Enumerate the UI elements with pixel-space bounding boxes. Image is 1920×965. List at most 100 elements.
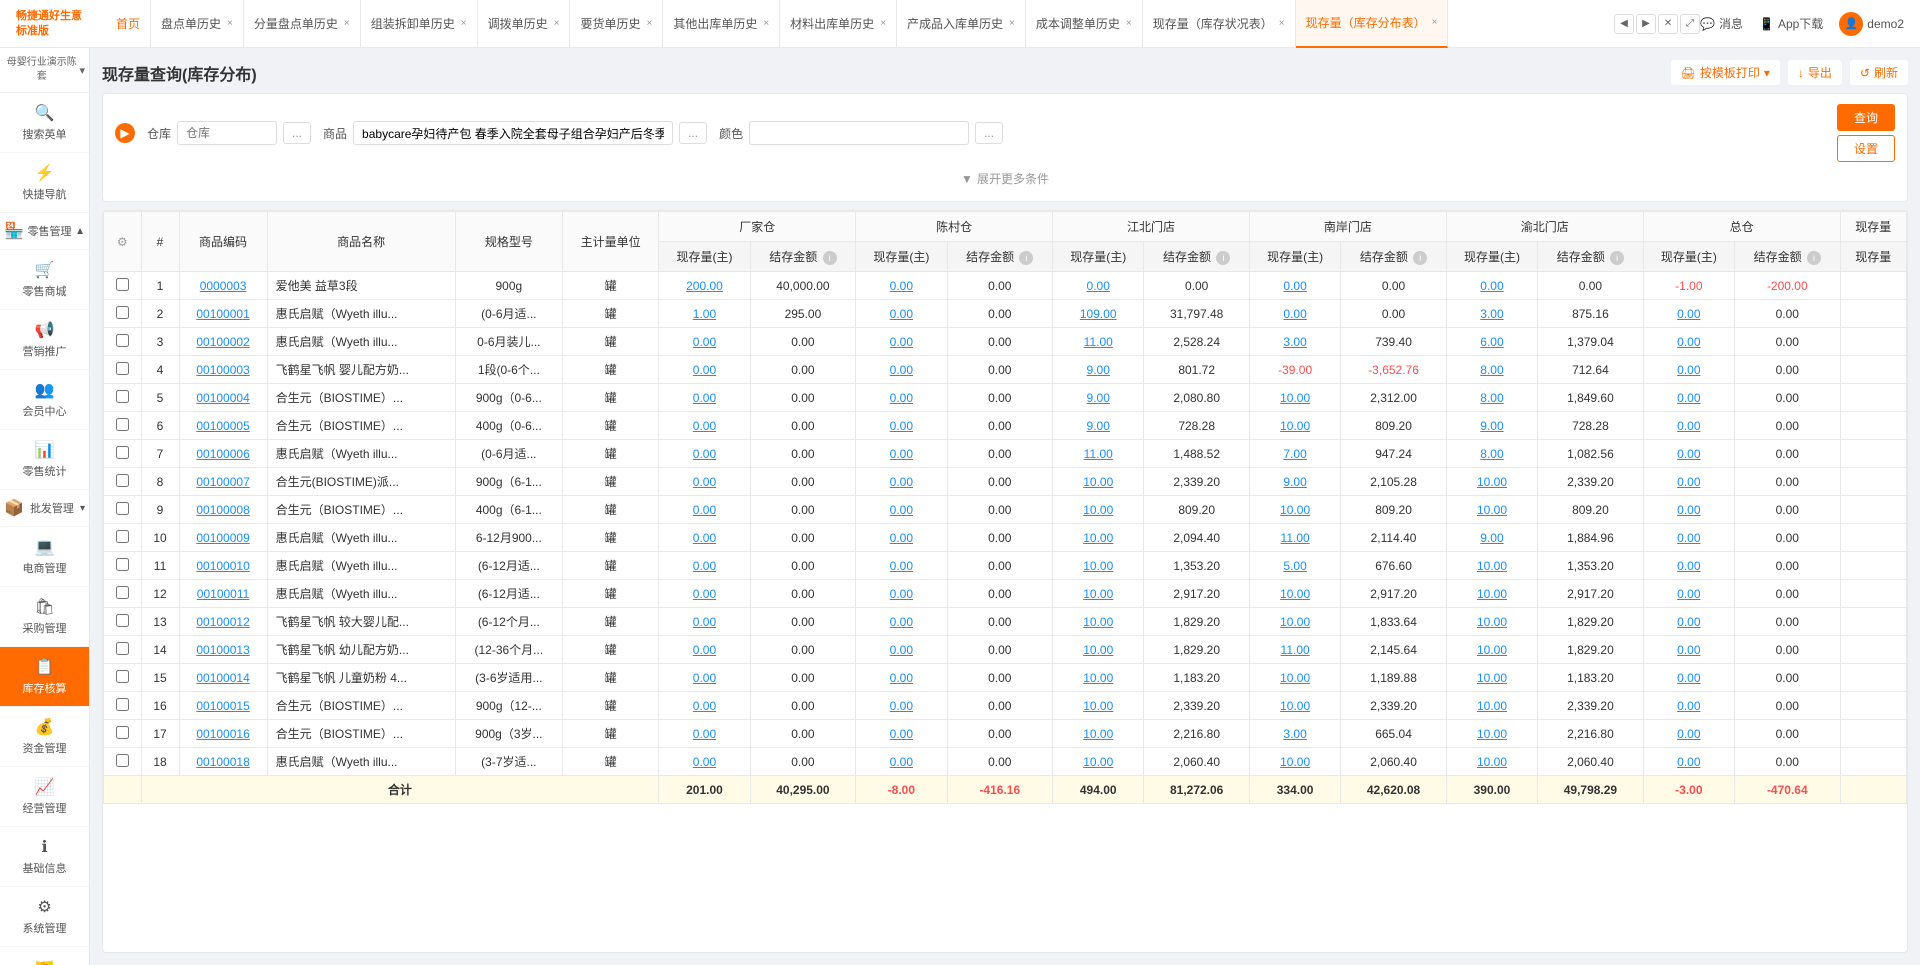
- row-chen-amt: 0.00: [947, 524, 1053, 552]
- sidebar-item-collab[interactable]: 🤝 企业协同: [0, 947, 89, 965]
- info-icon[interactable]: i: [1807, 251, 1821, 265]
- row-checkbox[interactable]: [104, 580, 142, 608]
- sidebar-item-retail-stats[interactable]: 📊 零售统计: [0, 430, 89, 490]
- row-checkbox[interactable]: [104, 636, 142, 664]
- warehouse-input[interactable]: [177, 121, 277, 145]
- row-total-amt: 0.00: [1735, 328, 1841, 356]
- sidebar-item-basicinfo[interactable]: ℹ 基础信息: [0, 827, 89, 887]
- nav-next[interactable]: ▶: [1636, 14, 1656, 34]
- close-icon[interactable]: ×: [880, 18, 886, 29]
- tab-stock-status[interactable]: 现存量（库存状况表）×: [1143, 0, 1296, 48]
- close-icon[interactable]: ×: [1009, 18, 1015, 29]
- refresh-btn[interactable]: ↺ 刷新: [1850, 60, 1908, 85]
- row-checkbox[interactable]: [104, 272, 142, 300]
- sidebar-industry-selector[interactable]: 母婴行业演示陈套 ▾: [0, 48, 89, 93]
- tab-stock-distribution[interactable]: 现存量（库存分布表）×: [1296, 0, 1449, 48]
- tab-inventory-check[interactable]: 盘点单历史 ×: [151, 0, 244, 48]
- info-icon[interactable]: i: [1413, 251, 1427, 265]
- row-checkbox[interactable]: [104, 384, 142, 412]
- nav-prev[interactable]: ◀: [1614, 14, 1634, 34]
- sidebar-item-retail-mgmt[interactable]: 🏪 零售管理 ▲: [0, 213, 89, 250]
- sidebar-item-wholesale[interactable]: 📦 批发管理 ▾: [0, 490, 89, 527]
- close-icon[interactable]: ×: [1126, 18, 1132, 29]
- row-current: [1840, 496, 1906, 524]
- color-input[interactable]: [749, 121, 969, 145]
- close-icon[interactable]: ×: [344, 18, 350, 29]
- row-checkbox[interactable]: [104, 692, 142, 720]
- sidebar-item-system[interactable]: ⚙ 系统管理: [0, 887, 89, 947]
- tab-cost-adjust[interactable]: 成本调整单历史 ×: [1026, 0, 1143, 48]
- row-checkbox[interactable]: [104, 412, 142, 440]
- row-yubei-amt: 2,339.20: [1538, 468, 1644, 496]
- nav-close-all[interactable]: ✕: [1658, 14, 1678, 34]
- tab-product-in[interactable]: 产成品入库单历史 ×: [897, 0, 1026, 48]
- gear-icon[interactable]: ⚙: [117, 235, 128, 249]
- close-icon[interactable]: ×: [554, 18, 560, 29]
- row-chen-amt: 0.00: [947, 384, 1053, 412]
- row-checkbox[interactable]: [104, 300, 142, 328]
- sidebar-item-inventory[interactable]: 📋 库存核算: [0, 647, 89, 707]
- setting-btn[interactable]: 设置: [1837, 135, 1895, 162]
- table-row: 7 00100006 惠氏启赋（Wyeth illu... (0-6月适... …: [104, 440, 1907, 468]
- info-icon[interactable]: i: [1610, 251, 1624, 265]
- warehouse-dots-btn[interactable]: ...: [283, 122, 311, 144]
- close-icon[interactable]: ×: [461, 18, 467, 29]
- row-checkbox[interactable]: [104, 328, 142, 356]
- message-btn[interactable]: 💬 消息: [1700, 15, 1743, 32]
- print-btn[interactable]: 🖨 按模板打印 ▾: [1671, 60, 1780, 85]
- info-icon[interactable]: i: [1216, 251, 1230, 265]
- row-checkbox[interactable]: [104, 440, 142, 468]
- query-btn[interactable]: 查询: [1837, 104, 1895, 131]
- th-gear[interactable]: ⚙: [104, 212, 142, 272]
- message-icon: 💬: [1700, 17, 1715, 31]
- tab-assembly[interactable]: 组装拆卸单历史 ×: [361, 0, 478, 48]
- row-checkbox[interactable]: [104, 524, 142, 552]
- goods-dots-btn[interactable]: ...: [679, 122, 707, 144]
- nav-expand[interactable]: ⤢: [1680, 14, 1700, 34]
- tab-transfer[interactable]: 调拨单历史 ×: [478, 0, 571, 48]
- box-icon: 📦: [4, 498, 24, 518]
- th-yubei: 渝北门店: [1446, 212, 1643, 242]
- row-yubei-qty: 10.00: [1446, 664, 1537, 692]
- sidebar-item-member[interactable]: 👥 会员中心: [0, 370, 89, 430]
- row-checkbox[interactable]: [104, 552, 142, 580]
- row-checkbox[interactable]: [104, 664, 142, 692]
- close-icon[interactable]: ×: [763, 18, 769, 29]
- close-icon[interactable]: ×: [1279, 18, 1285, 29]
- sidebar-item-finance[interactable]: 💰 资金管理: [0, 707, 89, 767]
- tab-order[interactable]: 要货单历史 ×: [570, 0, 663, 48]
- user-avatar-btn[interactable]: 👤 demo2: [1839, 12, 1904, 36]
- sidebar-item-purchase[interactable]: 🛍 采购管理: [0, 587, 89, 647]
- tab-other-out[interactable]: 其他出库单历史 ×: [663, 0, 780, 48]
- row-seq: 5: [141, 384, 179, 412]
- sidebar-item-ecommerce[interactable]: 💻 电商管理: [0, 527, 89, 587]
- expand-conditions-btn[interactable]: ▼ 展开更多条件: [953, 166, 1057, 191]
- close-icon[interactable]: ×: [227, 18, 233, 29]
- row-nanan-qty: 10.00: [1249, 748, 1340, 776]
- info-icon[interactable]: i: [823, 251, 837, 265]
- sidebar-item-marketing[interactable]: 📢 营销推广: [0, 310, 89, 370]
- tab-partial-check[interactable]: 分量盘点单历史 ×: [244, 0, 361, 48]
- row-checkbox[interactable]: [104, 720, 142, 748]
- info-icon[interactable]: i: [1019, 251, 1033, 265]
- row-checkbox[interactable]: [104, 748, 142, 776]
- app-download-btn[interactable]: 📱 App下载: [1759, 15, 1823, 32]
- sidebar-item-operations[interactable]: 📈 经营管理: [0, 767, 89, 827]
- export-btn[interactable]: ↓ 导出: [1788, 60, 1842, 85]
- goods-input[interactable]: [353, 121, 673, 145]
- color-dots-btn[interactable]: ...: [975, 122, 1003, 144]
- search-toggle-btn[interactable]: ▶: [115, 123, 135, 143]
- row-total-qty: 0.00: [1643, 636, 1734, 664]
- row-checkbox[interactable]: [104, 356, 142, 384]
- tab-home[interactable]: 首页: [106, 0, 151, 48]
- row-checkbox[interactable]: [104, 468, 142, 496]
- row-checkbox[interactable]: [104, 608, 142, 636]
- close-icon[interactable]: ×: [646, 18, 652, 29]
- sidebar-item-search[interactable]: 🔍 搜索英单: [0, 93, 89, 153]
- close-icon[interactable]: ×: [1432, 17, 1438, 28]
- sidebar-item-retail-mall[interactable]: 🛒 零售商城: [0, 250, 89, 310]
- table-container[interactable]: ⚙ # 商品编码 商品名称 规格型号 主计量单位 厂家仓 陈村仓 江北门店 南岸…: [102, 210, 1908, 953]
- sidebar-item-quicknav[interactable]: ⚡ 快捷导航: [0, 153, 89, 213]
- tab-material-out[interactable]: 材料出库单历史 ×: [780, 0, 897, 48]
- row-checkbox[interactable]: [104, 496, 142, 524]
